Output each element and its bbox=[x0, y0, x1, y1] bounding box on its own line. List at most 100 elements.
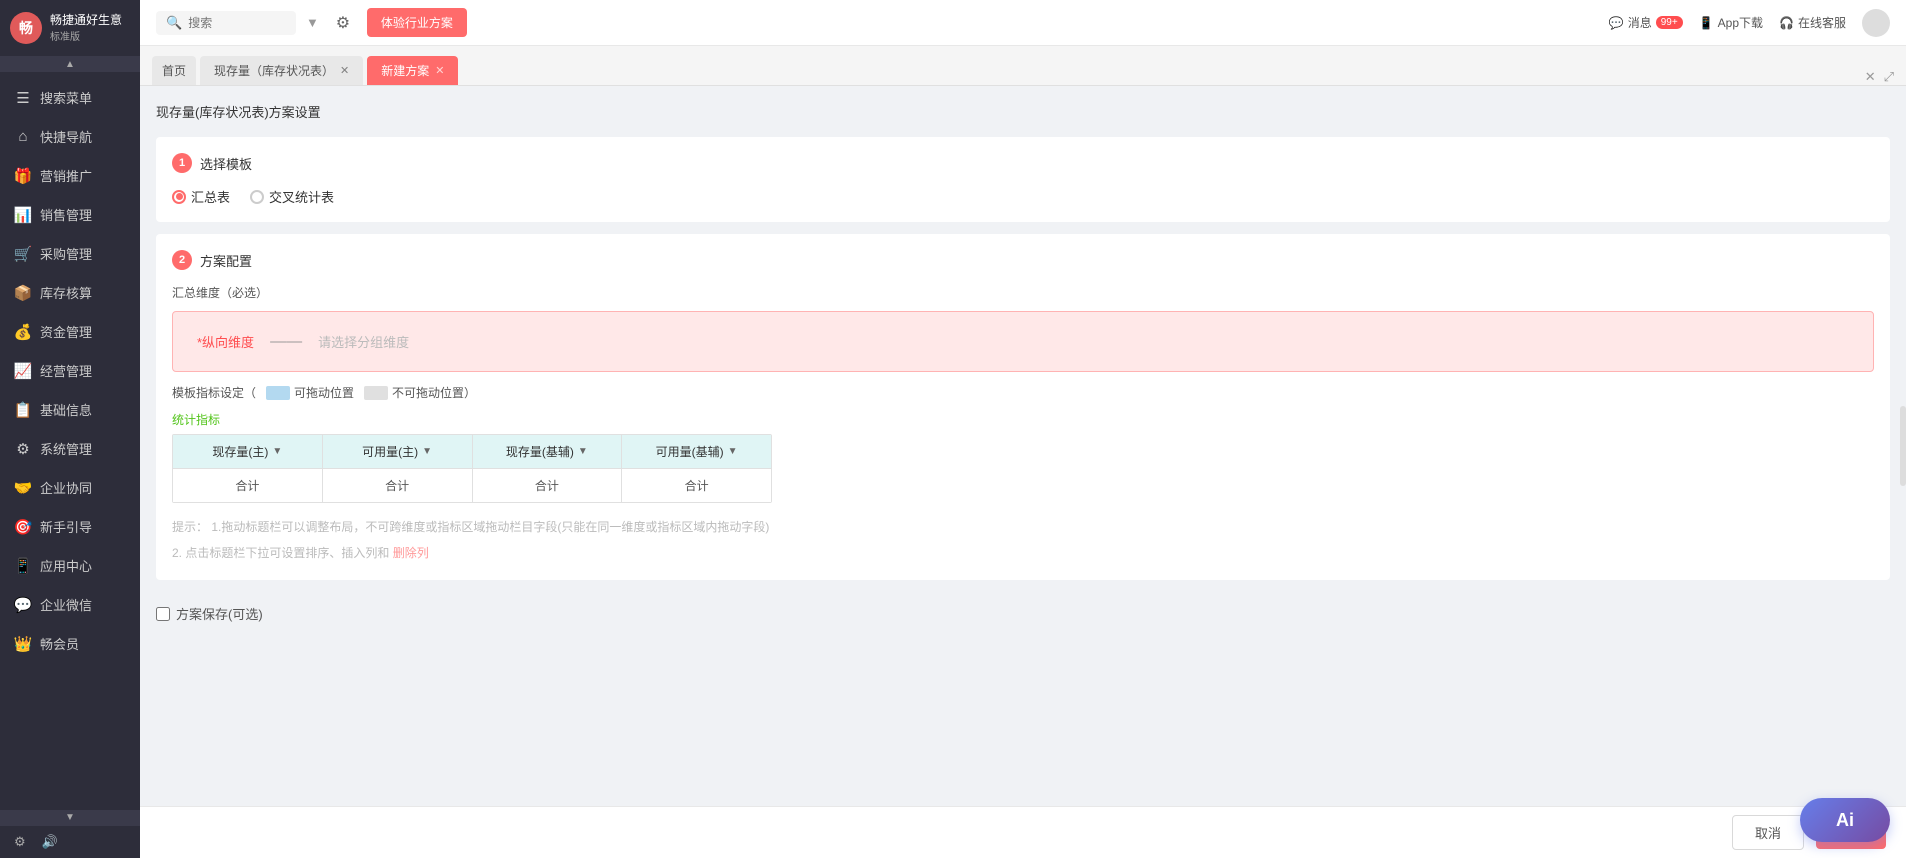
sidebar-label-marketing: 营销推广 bbox=[40, 166, 92, 185]
section-template: 1 选择模板 汇总表 交叉统计表 bbox=[156, 137, 1890, 222]
step2-num: 2 bbox=[172, 250, 192, 270]
sidebar-item-finance[interactable]: 💰 资金管理 bbox=[0, 312, 140, 351]
tips-section: 提示： 1.拖动标题栏可以调整布局，不可跨维度或指标区域拖动栏目字段(只能在同一… bbox=[172, 517, 1874, 564]
sidebar-item-newbie[interactable]: 🎯 新手引导 bbox=[0, 507, 140, 546]
industry-btn[interactable]: 体验行业方案 bbox=[367, 8, 467, 37]
tab-new-plan[interactable]: 新建方案 ✕ bbox=[367, 56, 458, 85]
sidebar-label-member: 畅会员 bbox=[40, 634, 79, 653]
sidebar-item-search-menu[interactable]: ☰ 搜索菜单 bbox=[0, 78, 140, 117]
sidebar-icon-sales: 📊 bbox=[14, 206, 32, 224]
tab-inventory-close[interactable]: ✕ bbox=[340, 64, 349, 77]
search-input[interactable] bbox=[188, 16, 288, 30]
sidebar-label-search-menu: 搜索菜单 bbox=[40, 88, 92, 107]
sidebar-label-stock: 库存核算 bbox=[40, 283, 92, 302]
indicator-label-row: 模板指标设定（ 可拖动位置 不可拖动位置） bbox=[172, 384, 1874, 401]
expand-icon[interactable]: ⤢ bbox=[1884, 69, 1894, 85]
stat-table-body: 合计合计合计合计 bbox=[173, 469, 771, 502]
stat-body-col-0: 合计 bbox=[173, 469, 323, 502]
step1-title: 选择模板 bbox=[200, 154, 252, 173]
sidebar-icon-system: ⚙ bbox=[14, 440, 32, 458]
section-config: 2 方案配置 汇总维度（必选） *纵向维度 —— 请选择分组维度 模板指标设定（… bbox=[156, 234, 1890, 580]
topbar: 🔍 ▼ ⚙ 体验行业方案 💬 消息 99+ 📱 App下载 🎧 在线客服 bbox=[140, 0, 1906, 46]
stat-col-header-0[interactable]: 现存量(主) ▼ bbox=[173, 435, 322, 469]
tips-link[interactable]: 删除列 bbox=[393, 546, 429, 560]
sidebar-scroll-up[interactable]: ▲ bbox=[0, 57, 140, 72]
sidebar-item-quick-nav[interactable]: ⌂ 快捷导航 bbox=[0, 117, 140, 156]
stat-col-header-1[interactable]: 可用量(主) ▼ bbox=[323, 435, 472, 469]
tab-home[interactable]: 首页 bbox=[152, 56, 196, 85]
stat-cell-1: 合计 bbox=[323, 469, 472, 502]
tab-new-plan-close[interactable]: ✕ bbox=[435, 64, 444, 77]
app-download-btn[interactable]: 📱 App下载 bbox=[1699, 14, 1763, 31]
sidebar-label-basic: 基础信息 bbox=[40, 400, 92, 419]
sidebar-icon-stock: 📦 bbox=[14, 284, 32, 302]
sidebar-icon-wechat: 💬 bbox=[14, 596, 32, 614]
sidebar-icon-basic: 📋 bbox=[14, 401, 32, 419]
sidebar-icon-newbie: 🎯 bbox=[14, 518, 32, 536]
sidebar-item-marketing[interactable]: 🎁 营销推广 bbox=[0, 156, 140, 195]
sidebar-item-operation[interactable]: 📈 经营管理 bbox=[0, 351, 140, 390]
radio-cross-circle bbox=[250, 190, 264, 204]
dropdown-icon[interactable]: ▼ bbox=[306, 15, 319, 30]
radio-cross[interactable]: 交叉统计表 bbox=[250, 187, 334, 206]
sidebar-label-quick-nav: 快捷导航 bbox=[40, 127, 92, 146]
settings-icon[interactable]: ⚙ bbox=[14, 834, 26, 850]
sidebar-icon-search-menu: ☰ bbox=[14, 89, 32, 107]
online-service-btn[interactable]: 🎧 在线客服 bbox=[1779, 14, 1846, 31]
ai-assistant-button[interactable]: Ai bbox=[1800, 798, 1890, 842]
sidebar-label-apps: 应用中心 bbox=[40, 556, 92, 575]
sidebar-item-basic[interactable]: 📋 基础信息 bbox=[0, 390, 140, 429]
sidebar-item-stock[interactable]: 📦 库存核算 bbox=[0, 273, 140, 312]
sidebar-item-contract[interactable]: 🤝 企业协同 bbox=[0, 468, 140, 507]
stat-table: 现存量(主) ▼ 可用量(主) ▼ 现存量(基辅) ▼ 可用量(基辅) ▼ 合计… bbox=[172, 434, 772, 503]
sidebar-icon-apps: 📱 bbox=[14, 557, 32, 575]
topbar-right: 💬 消息 99+ 📱 App下载 🎧 在线客服 bbox=[1609, 9, 1890, 37]
sidebar-item-wechat[interactable]: 💬 企业微信 bbox=[0, 585, 140, 624]
sidebar-scroll-down[interactable]: ▼ bbox=[0, 810, 140, 825]
message-btn[interactable]: 💬 消息 99+ bbox=[1609, 14, 1683, 31]
close-panel-icon[interactable]: ✕ bbox=[1865, 69, 1876, 85]
sidebar-nav: ☰ 搜索菜单 ⌂ 快捷导航 🎁 营销推广 📊 销售管理 🛒 采购管理 📦 库存核… bbox=[0, 72, 140, 810]
action-bar: 取消 查询 bbox=[140, 806, 1906, 858]
stat-cell-0: 合计 bbox=[173, 469, 322, 502]
tab-inventory[interactable]: 现存量（库存状况表） ✕ bbox=[200, 56, 363, 85]
brand-area: 畅 畅捷通好生意 标准版 bbox=[0, 0, 140, 57]
cancel-button[interactable]: 取消 bbox=[1732, 815, 1804, 850]
dim-placeholder: 请选择分组维度 bbox=[318, 332, 409, 351]
stat-col-2: 现存量(基辅) ▼ bbox=[473, 435, 623, 469]
radio-summary[interactable]: 汇总表 bbox=[172, 187, 230, 206]
sidebar-icon-finance: 💰 bbox=[14, 323, 32, 341]
audio-icon[interactable]: 🔊 bbox=[42, 834, 58, 850]
content-area: 现存量(库存状况表)方案设置 1 选择模板 汇总表 交叉统计表 2 bbox=[140, 86, 1906, 806]
dimension-box[interactable]: *纵向维度 —— 请选择分组维度 bbox=[172, 311, 1874, 372]
sidebar-item-member[interactable]: 👑 畅会员 bbox=[0, 624, 140, 663]
tabs-bar: 首页 现存量（库存状况表） ✕ 新建方案 ✕ ✕ ⤢ bbox=[140, 46, 1906, 86]
brand-name: 畅捷通好生意 bbox=[50, 13, 122, 29]
gear-icon[interactable]: ⚙ bbox=[329, 9, 357, 37]
sidebar-item-sales[interactable]: 📊 销售管理 bbox=[0, 195, 140, 234]
headset-icon: 🎧 bbox=[1779, 16, 1794, 30]
sidebar-item-apps[interactable]: 📱 应用中心 bbox=[0, 546, 140, 585]
stat-body-col-1: 合计 bbox=[323, 469, 473, 502]
dim-label: 汇总维度（必选） bbox=[172, 284, 1874, 301]
sidebar-label-wechat: 企业微信 bbox=[40, 595, 92, 614]
sidebar-icon-member: 👑 bbox=[14, 635, 32, 653]
avatar[interactable] bbox=[1862, 9, 1890, 37]
search-box[interactable]: 🔍 bbox=[156, 11, 296, 35]
save-checkbox[interactable] bbox=[156, 607, 170, 621]
sidebar-item-system[interactable]: ⚙ 系统管理 bbox=[0, 429, 140, 468]
brand-sub: 标准版 bbox=[50, 28, 122, 43]
stat-body-col-3: 合计 bbox=[622, 469, 771, 502]
stat-col-header-3[interactable]: 可用量(基辅) ▼ bbox=[622, 435, 771, 469]
non-draggable-legend-box bbox=[364, 386, 388, 400]
step2-title: 方案配置 bbox=[200, 251, 252, 270]
stat-col-1: 可用量(主) ▼ bbox=[323, 435, 473, 469]
page-title: 现存量(库存状况表)方案设置 bbox=[156, 102, 1890, 121]
sidebar-item-purchase[interactable]: 🛒 采购管理 bbox=[0, 234, 140, 273]
stat-col-header-2[interactable]: 现存量(基辅) ▼ bbox=[473, 435, 622, 469]
dim-arrow: —— bbox=[270, 333, 302, 351]
sidebar-icon-contract: 🤝 bbox=[14, 479, 32, 497]
main-area: 🔍 ▼ ⚙ 体验行业方案 💬 消息 99+ 📱 App下载 🎧 在线客服 首页 bbox=[140, 0, 1906, 858]
sidebar-label-operation: 经营管理 bbox=[40, 361, 92, 380]
ai-label: Ai bbox=[1836, 810, 1854, 831]
